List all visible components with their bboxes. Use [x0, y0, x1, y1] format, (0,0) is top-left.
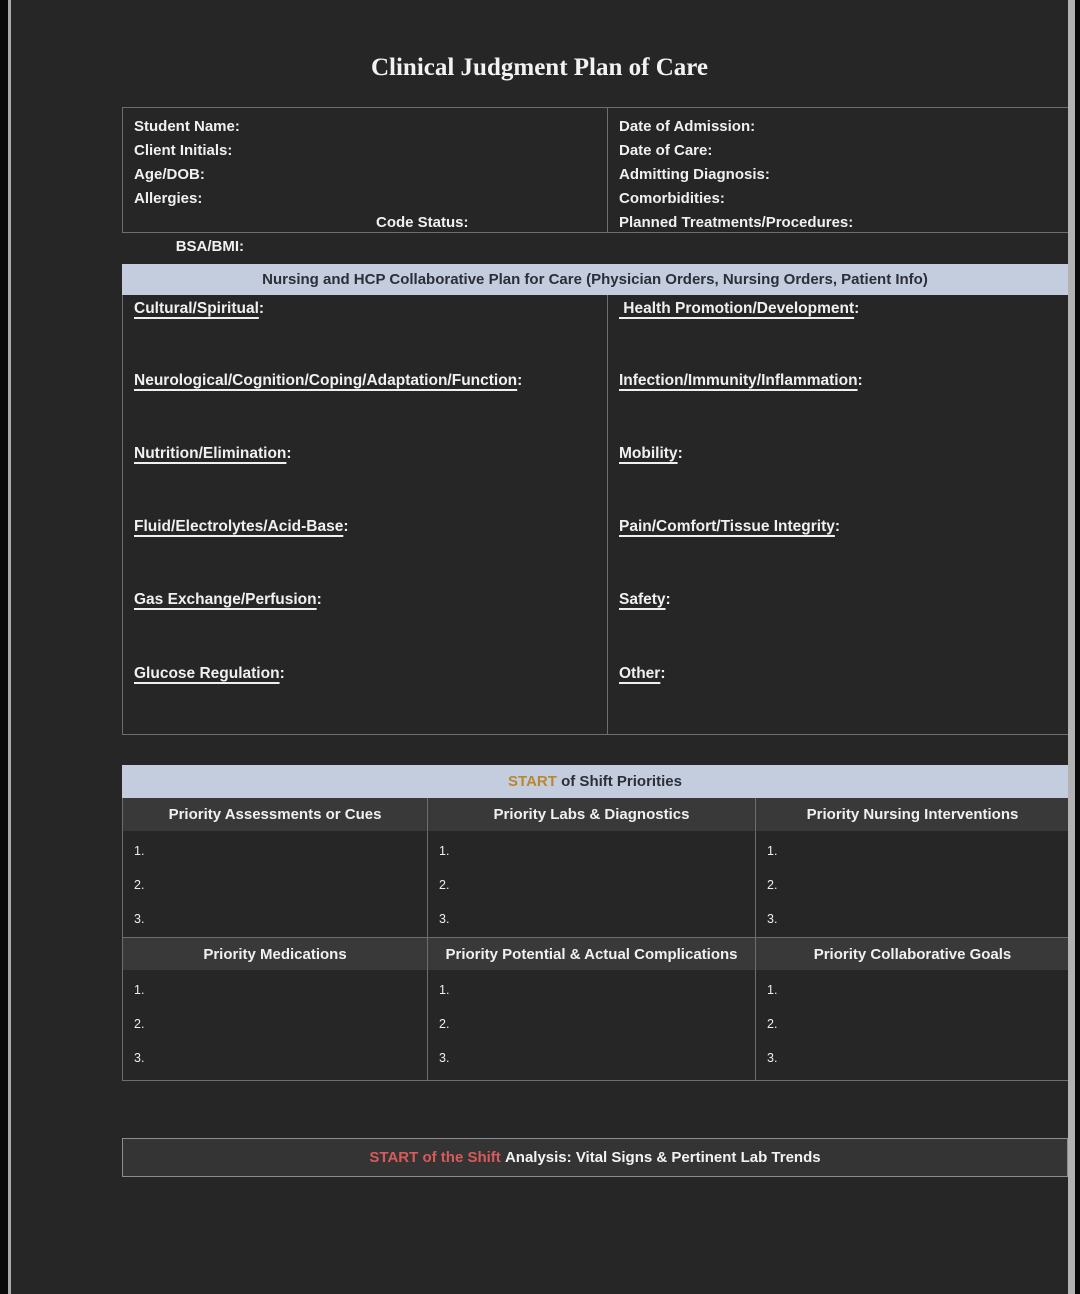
field-client-initials: Client Initials: — [134, 142, 233, 159]
field-comorbidities: Comorbidities: — [619, 190, 725, 207]
field-allergies: Allergies: — [134, 190, 203, 207]
label-gas-exchange-perfusion: Gas Exchange/Perfusion: — [134, 591, 322, 608]
label-cultural-spiritual: Cultural/Spiritual: — [134, 300, 265, 317]
collab-left-column[interactable]: Cultural/Spiritual: Neurological/Cogniti… — [123, 295, 608, 734]
cell-priority-assessments[interactable]: 1. 2. 3. — [123, 831, 428, 937]
header-priority-complications: Priority Potential & Actual Complication… — [428, 937, 756, 970]
priorities-header-rest: of Shift Priorities — [556, 773, 682, 790]
priority-item-2: 2. — [134, 878, 145, 892]
header-priority-assessments: Priority Assessments or Cues — [123, 798, 428, 831]
priority-item-2: 2. — [767, 878, 778, 892]
patient-info-right-cell[interactable]: Date of Admission: Date of Care: Admitti… — [608, 108, 1068, 232]
priority-item-3: 3. — [767, 912, 778, 926]
header-priority-nursing-interventions: Priority Nursing Interventions — [756, 798, 1069, 831]
priority-item-1: 1. — [767, 983, 778, 997]
priority-item-3: 3. — [439, 1051, 450, 1065]
cell-priority-complications[interactable]: 1. 2. 3. — [428, 970, 756, 1081]
priorities-header-accent: START — [508, 773, 557, 790]
label-nutrition-elimination: Nutrition/Elimination: — [134, 445, 292, 462]
header-priority-collaborative-goals: Priority Collaborative Goals — [756, 937, 1069, 970]
table-row: Admitting Diagnosis: — [619, 163, 1068, 187]
page-left-border — [8, 0, 11, 1294]
cell-priority-labs-diagnostics[interactable]: 1. 2. 3. — [428, 831, 756, 937]
analysis-header-rest: Analysis: Vital Signs & Pertinent Lab Tr… — [500, 1149, 821, 1166]
priority-item-2: 2. — [439, 878, 450, 892]
table-row: Client Initials: — [134, 139, 607, 163]
priority-item-2: 2. — [767, 1017, 778, 1031]
header-priority-medications: Priority Medications — [123, 937, 428, 970]
field-bsa-bmi: BSA/BMI: — [175, 238, 245, 255]
label-other: Other: — [619, 665, 666, 682]
table-row: Planned Treatments/Procedures: — [619, 211, 1068, 235]
priority-item-2: 2. — [134, 1017, 145, 1031]
priority-item-1: 1. — [134, 844, 145, 858]
label-pain-comfort-tissue: Pain/Comfort/Tissue Integrity: — [619, 518, 841, 535]
document-viewer: Clinical Judgment Plan of Care Student N… — [0, 0, 1080, 1294]
table-row: Comorbidities: — [619, 187, 1068, 211]
collab-section-header: Nursing and HCP Collaborative Plan for C… — [122, 264, 1068, 295]
document-page: Clinical Judgment Plan of Care Student N… — [11, 0, 1069, 1294]
analysis-section-header[interactable]: START of the Shift Analysis: Vital Signs… — [122, 1138, 1068, 1177]
collab-section-header-label: Nursing and HCP Collaborative Plan for C… — [262, 271, 928, 288]
table-row: Age/DOB: — [134, 163, 607, 187]
field-date-of-care: Date of Care: — [619, 142, 713, 159]
label-neurological-cognition: Neurological/Cognition/Coping/Adaptation… — [134, 372, 523, 389]
patient-info-left-cell[interactable]: Student Name: Client Initials: Age/DOB: … — [123, 108, 608, 255]
table-row: Date of Care: — [619, 139, 1068, 163]
cell-priority-collaborative-goals[interactable]: 1. 2. 3. — [756, 970, 1069, 1081]
priority-item-1: 1. — [439, 983, 450, 997]
label-infection-immunity: Infection/Immunity/Inflammation: — [619, 372, 863, 389]
label-mobility: Mobility: — [619, 445, 683, 462]
table-row: Student Name: — [134, 115, 607, 139]
scrollbar-track[interactable] — [1068, 0, 1075, 1294]
label-fluid-electrolytes: Fluid/Electrolytes/Acid-Base: — [134, 518, 349, 535]
header-priority-labs-diagnostics: Priority Labs & Diagnostics — [428, 798, 756, 831]
field-age-dob: Age/DOB: — [134, 166, 205, 183]
priority-item-3: 3. — [767, 1051, 778, 1065]
analysis-header-accent: START of the Shift — [369, 1149, 501, 1166]
label-health-promotion: Health Promotion/Development: — [619, 300, 860, 317]
label-safety: Safety: — [619, 591, 671, 608]
priority-item-1: 1. — [439, 844, 450, 858]
table-row: Date of Admission: — [619, 115, 1068, 139]
cell-priority-nursing-interventions[interactable]: 1. 2. 3. — [756, 831, 1069, 937]
field-admitting-diagnosis: Admitting Diagnosis: — [619, 166, 770, 183]
field-student-name: Student Name: — [134, 118, 240, 135]
collab-right-column[interactable]: Health Promotion/Development: Infection/… — [608, 295, 1068, 734]
table-row: BSA/BMI: Code Status: — [134, 211, 607, 255]
priority-item-1: 1. — [767, 844, 778, 858]
patient-info-table: Student Name: Client Initials: Age/DOB: … — [122, 107, 1068, 255]
priorities-table: Priority Assessments or Cues Priority La… — [122, 798, 1069, 1081]
field-date-of-admission: Date of Admission: — [619, 118, 756, 135]
priority-item-2: 2. — [439, 1017, 450, 1031]
field-planned-treatments: Planned Treatments/Procedures: — [619, 214, 854, 231]
field-code-status: Code Status: — [376, 214, 469, 231]
priority-item-3: 3. — [439, 912, 450, 926]
collab-table: Cultural/Spiritual: Neurological/Cogniti… — [122, 295, 1068, 735]
table-row: Allergies: — [134, 187, 607, 211]
priority-item-1: 1. — [134, 983, 145, 997]
label-glucose-regulation: Glucose Regulation: — [134, 665, 285, 682]
page-title: Clinical Judgment Plan of Care — [370, 54, 709, 81]
cell-priority-medications[interactable]: 1. 2. 3. — [123, 970, 428, 1081]
priority-item-3: 3. — [134, 1051, 145, 1065]
priorities-section-header: START of Shift Priorities — [122, 765, 1068, 798]
priority-item-3: 3. — [134, 912, 145, 926]
